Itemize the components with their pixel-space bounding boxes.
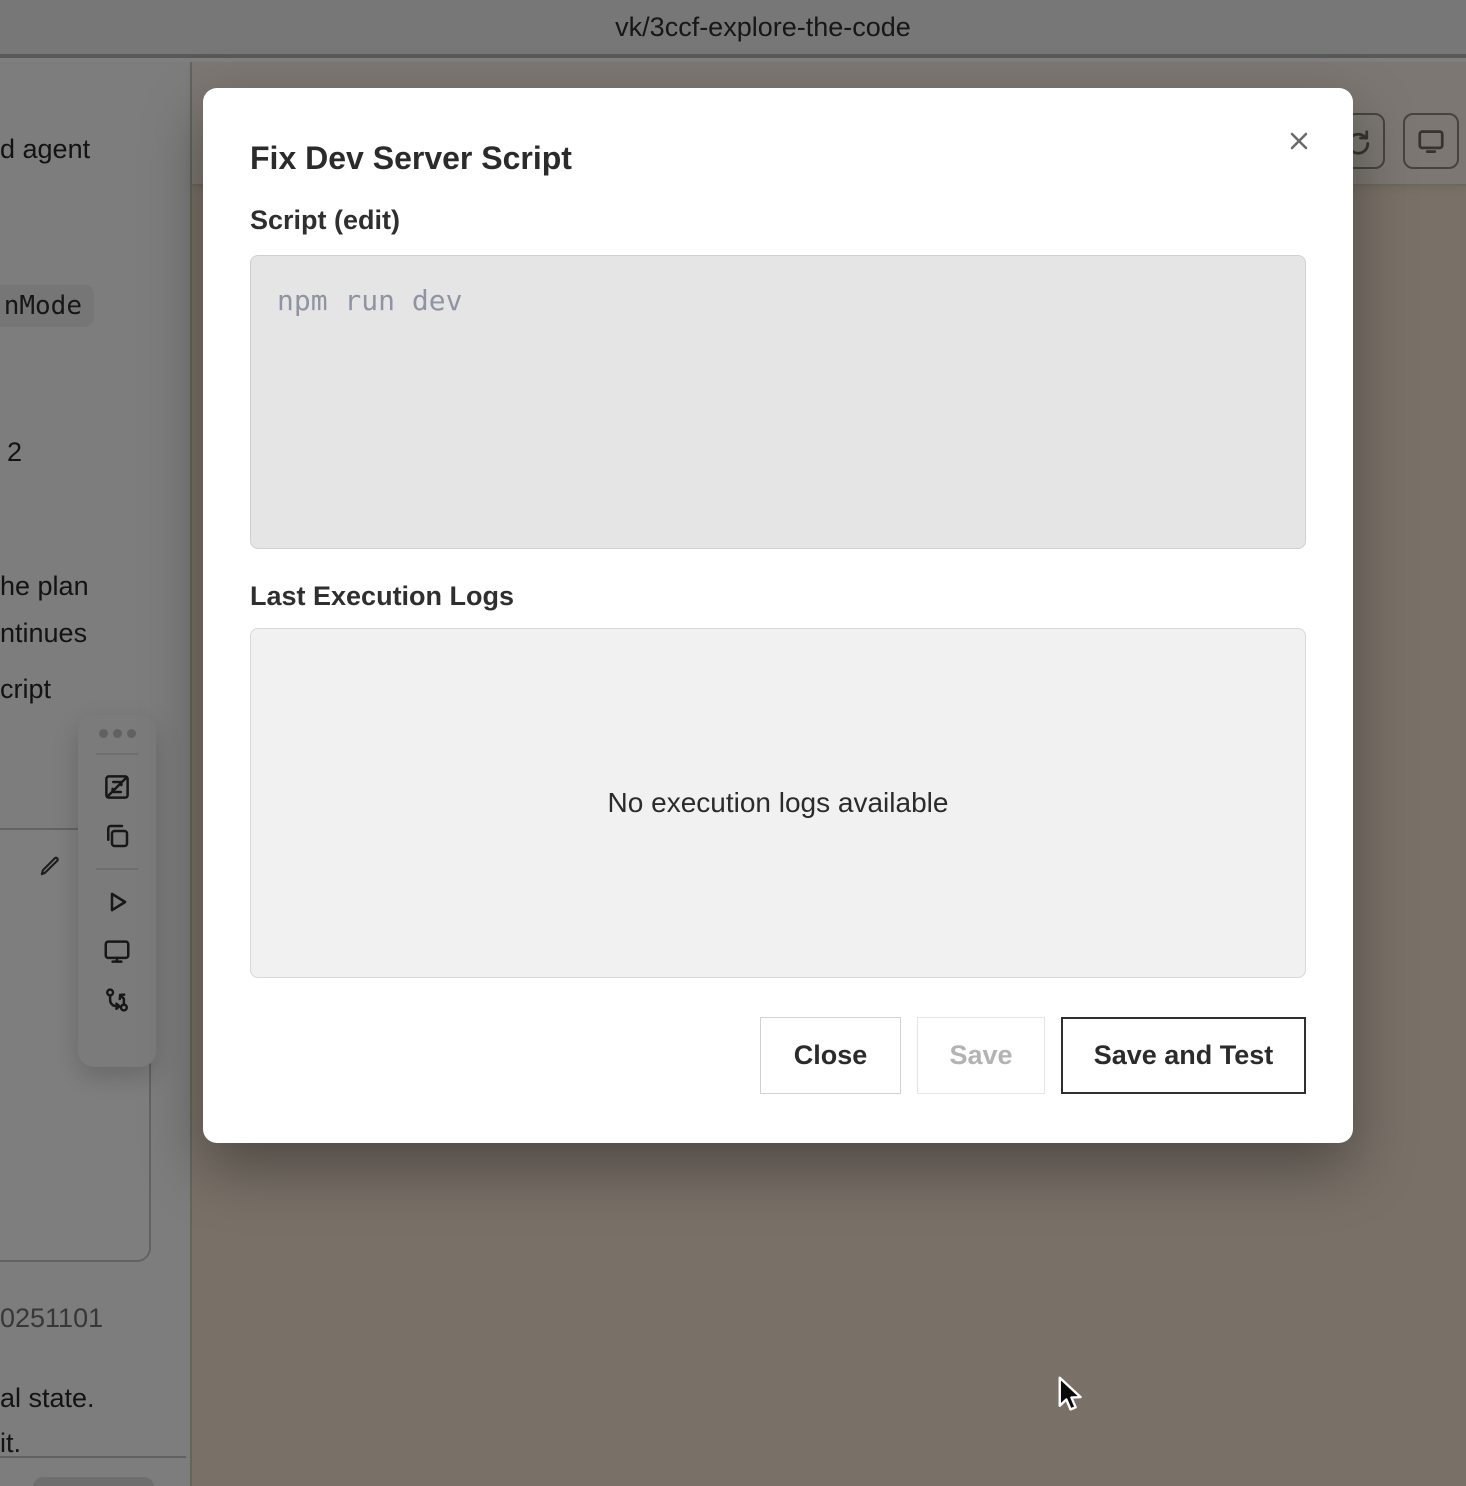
close-button[interactable]: Close — [760, 1017, 901, 1094]
fix-dev-server-script-dialog: Fix Dev Server Script Script (edit) Last… — [203, 88, 1353, 1143]
save-and-test-button[interactable]: Save and Test — [1061, 1017, 1306, 1094]
script-input[interactable] — [250, 255, 1306, 549]
screen: vk/3ccf-explore-the-code d agent nMode y… — [0, 0, 1466, 1486]
dialog-title: Fix Dev Server Script — [250, 140, 572, 176]
save-button[interactable]: Save — [917, 1017, 1045, 1094]
dialog-footer: Close Save Save and Test — [250, 1017, 1306, 1094]
logs-label: Last Execution Logs — [250, 581, 515, 611]
mouse-cursor — [1058, 1376, 1082, 1411]
script-label: Script (edit) — [250, 205, 401, 235]
logs-empty-text: No execution logs available — [607, 787, 949, 818]
execution-logs-box: No execution logs available — [250, 628, 1306, 978]
close-icon[interactable] — [1279, 121, 1319, 161]
